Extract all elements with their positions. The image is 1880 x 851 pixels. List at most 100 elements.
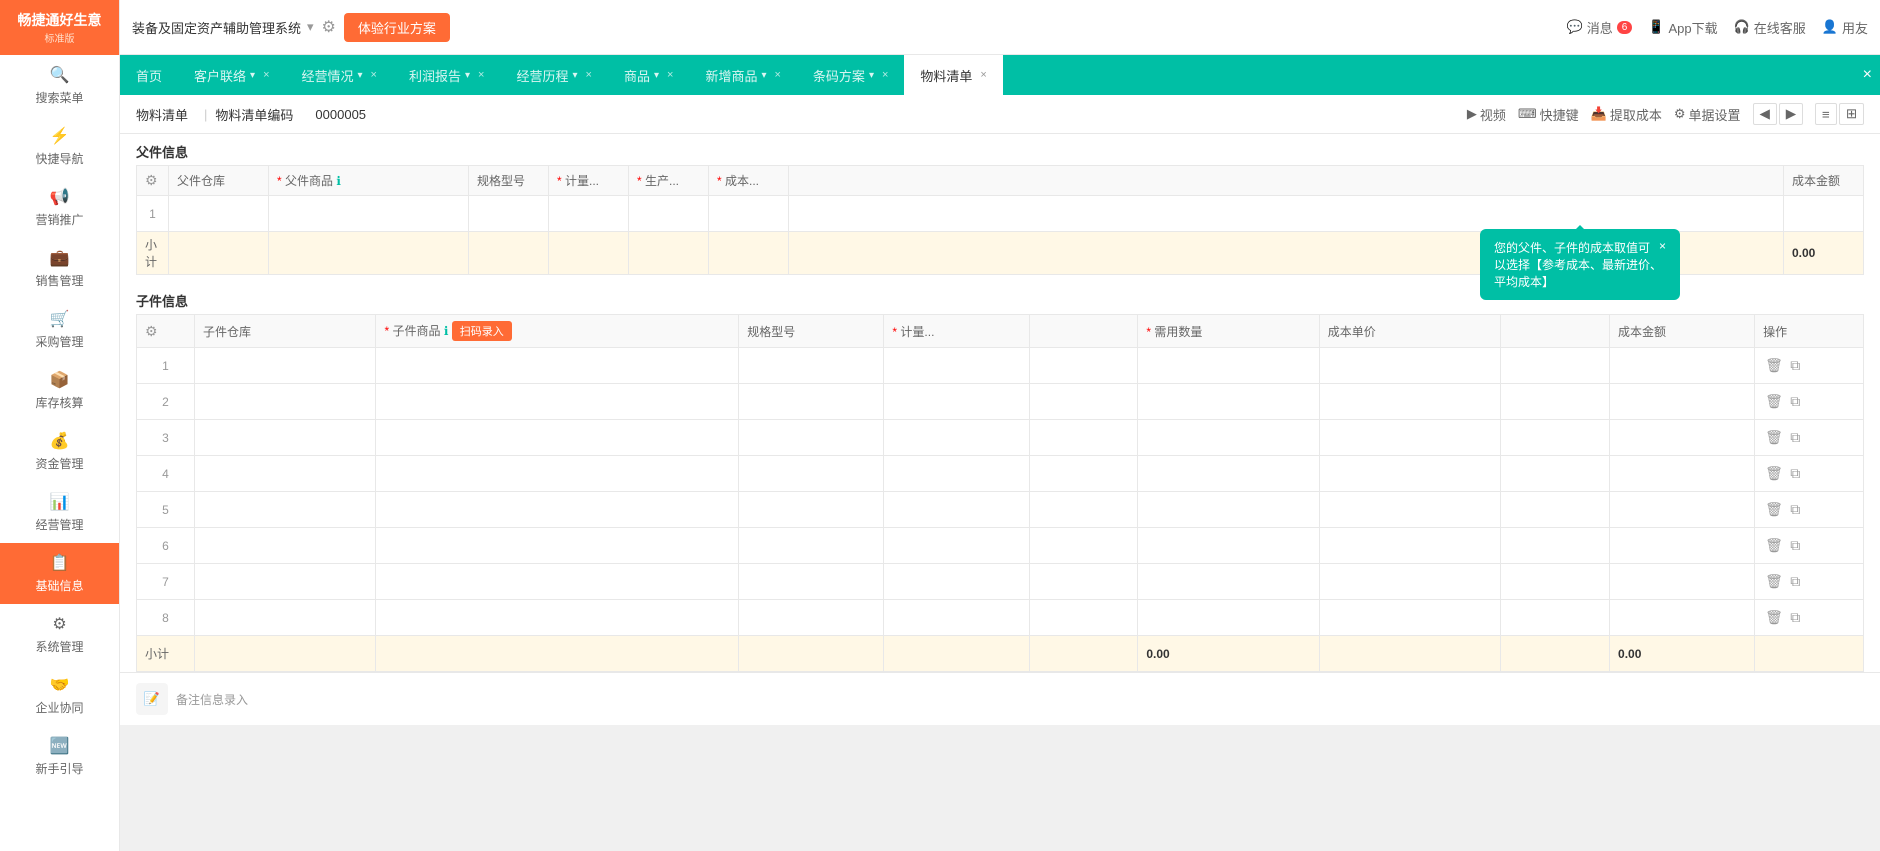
child-row4-copy[interactable]: ⧉ <box>1788 463 1802 484</box>
child-row4-spec[interactable] <box>739 456 884 492</box>
child-row3-qty[interactable] <box>1138 420 1319 456</box>
child-row8-delete[interactable]: 🗑 <box>1763 607 1785 628</box>
sidebar-item-finance[interactable]: 💰 资金管理 <box>0 421 119 482</box>
child-row8-unit-cost[interactable] <box>1319 600 1500 636</box>
tab-home[interactable]: 首页 <box>120 55 178 95</box>
parent-row1-cost[interactable] <box>709 196 789 232</box>
tab-barcode-close[interactable]: × <box>882 69 888 81</box>
parent-row1-warehouse[interactable] <box>169 196 269 232</box>
child-row6-qty[interactable] <box>1138 528 1319 564</box>
sidebar-item-inventory[interactable]: 📦 库存核算 <box>0 360 119 421</box>
child-row6-copy[interactable]: ⧉ <box>1788 535 1802 556</box>
tab-goods-close[interactable]: × <box>667 69 673 81</box>
child-row3-product[interactable] <box>376 420 739 456</box>
sidebar-item-quick-nav[interactable]: ⚡ 快捷导航 <box>0 116 119 177</box>
child-row2-warehouse[interactable] <box>195 384 376 420</box>
child-row2-unit-cost[interactable] <box>1319 384 1500 420</box>
child-row1-spec[interactable] <box>739 348 884 384</box>
sidebar-item-system[interactable]: ⚙ 系统管理 <box>0 604 119 665</box>
extract-cost-button[interactable]: 📥 提取成本 <box>1591 105 1662 124</box>
child-row1-delete[interactable]: 🗑 <box>1763 355 1785 376</box>
trial-button[interactable]: 体验行业方案 <box>344 13 450 42</box>
child-row1-copy[interactable]: ⧉ <box>1788 355 1802 376</box>
child-row8-qty[interactable] <box>1138 600 1319 636</box>
tab-bom[interactable]: 物料清单 × <box>904 55 1002 95</box>
tab-operation-status[interactable]: 经营情况 ▾ × <box>286 55 393 95</box>
child-settings-icon[interactable]: ⚙ <box>145 323 158 339</box>
message-button[interactable]: 💬 消息 6 <box>1567 18 1633 37</box>
sidebar-item-guide[interactable]: 🆕 新手引导 <box>0 726 119 787</box>
child-row2-spec[interactable] <box>739 384 884 420</box>
sidebar-item-search[interactable]: 🔍 搜索菜单 <box>0 55 119 116</box>
child-row3-unit-cost[interactable] <box>1319 420 1500 456</box>
scan-button[interactable]: 扫码录入 <box>452 321 512 341</box>
sidebar-item-operation[interactable]: 📊 经营管理 <box>0 482 119 543</box>
tab-customer[interactable]: 客户联络 ▾ × <box>178 55 285 95</box>
child-row7-unit-cost[interactable] <box>1319 564 1500 600</box>
sidebar-item-sales[interactable]: 💼 销售管理 <box>0 238 119 299</box>
child-row4-product[interactable] <box>376 456 739 492</box>
sidebar-item-collab[interactable]: 🤝 企业协同 <box>0 665 119 726</box>
child-row7-unit[interactable] <box>884 564 1029 600</box>
tab-barcode[interactable]: 条码方案 ▾ × <box>797 55 904 95</box>
child-row2-delete[interactable]: 🗑 <box>1763 391 1785 412</box>
child-row7-qty[interactable] <box>1138 564 1319 600</box>
child-row8-spec[interactable] <box>739 600 884 636</box>
child-row1-product[interactable] <box>376 348 739 384</box>
gear-button[interactable]: ⚙ <box>322 17 336 37</box>
user-button[interactable]: 👤 用友 <box>1822 18 1868 37</box>
sidebar-item-basic[interactable]: 📋 基础信息 <box>0 543 119 604</box>
child-row5-spec[interactable] <box>739 492 884 528</box>
child-row8-unit[interactable] <box>884 600 1029 636</box>
child-row5-product[interactable] <box>376 492 739 528</box>
child-row7-spec[interactable] <box>739 564 884 600</box>
parent-settings-icon[interactable]: ⚙ <box>145 172 158 188</box>
child-row2-product[interactable] <box>376 384 739 420</box>
child-row1-unit-cost[interactable] <box>1319 348 1500 384</box>
child-row4-unit[interactable] <box>884 456 1029 492</box>
child-row8-warehouse[interactable] <box>195 600 376 636</box>
child-row4-warehouse[interactable] <box>195 456 376 492</box>
system-dropdown-icon[interactable]: ▾ <box>307 19 314 35</box>
view-button[interactable]: ▶ 视频 <box>1467 105 1506 124</box>
nav-next[interactable]: ▶ <box>1779 103 1803 125</box>
list-view[interactable]: ≡ <box>1815 103 1837 125</box>
shortcut-button[interactable]: ⌨ 快捷键 <box>1518 105 1579 124</box>
sub-header-tab1[interactable]: 物料清单 <box>136 105 188 124</box>
child-row1-qty[interactable] <box>1138 348 1319 384</box>
tab-op-status-close[interactable]: × <box>371 69 377 81</box>
tab-op-history[interactable]: 经营历程 ▾ × <box>500 55 607 95</box>
sidebar-item-marketing[interactable]: 📢 营销推广 <box>0 177 119 238</box>
tab-bom-close[interactable]: × <box>980 69 986 81</box>
child-row6-unit-cost[interactable] <box>1319 528 1500 564</box>
sidebar-item-purchase[interactable]: 🛒 采购管理 <box>0 299 119 360</box>
tooltip-close[interactable]: × <box>1659 239 1666 253</box>
support-button[interactable]: 🎧 在线客服 <box>1734 18 1806 37</box>
parent-row1-spec[interactable] <box>469 196 549 232</box>
child-row7-product[interactable] <box>376 564 739 600</box>
tab-new-goods[interactable]: 新增商品 ▾ × <box>689 55 796 95</box>
child-row5-delete[interactable]: 🗑 <box>1763 499 1785 520</box>
child-row1-unit[interactable] <box>884 348 1029 384</box>
child-row5-warehouse[interactable] <box>195 492 376 528</box>
child-row7-delete[interactable]: 🗑 <box>1763 571 1785 592</box>
child-row8-product[interactable] <box>376 600 739 636</box>
parent-row1-produce[interactable] <box>629 196 709 232</box>
child-row6-spec[interactable] <box>739 528 884 564</box>
child-row5-qty[interactable] <box>1138 492 1319 528</box>
parent-row1-unit[interactable] <box>549 196 629 232</box>
child-row7-warehouse[interactable] <box>195 564 376 600</box>
child-row8-copy[interactable]: ⧉ <box>1788 607 1802 628</box>
bottom-note-icon[interactable]: 📝 <box>136 683 168 715</box>
child-row4-qty[interactable] <box>1138 456 1319 492</box>
child-row2-qty[interactable] <box>1138 384 1319 420</box>
child-row6-warehouse[interactable] <box>195 528 376 564</box>
tab-profit-close[interactable]: × <box>478 69 484 81</box>
child-row5-unit[interactable] <box>884 492 1029 528</box>
child-row5-unit-cost[interactable] <box>1319 492 1500 528</box>
child-row5-copy[interactable]: ⧉ <box>1788 499 1802 520</box>
parent-row1-product[interactable] <box>269 196 469 232</box>
child-row3-delete[interactable]: 🗑 <box>1763 427 1785 448</box>
child-row6-delete[interactable]: 🗑 <box>1763 535 1785 556</box>
nav-prev[interactable]: ◀ <box>1753 103 1777 125</box>
